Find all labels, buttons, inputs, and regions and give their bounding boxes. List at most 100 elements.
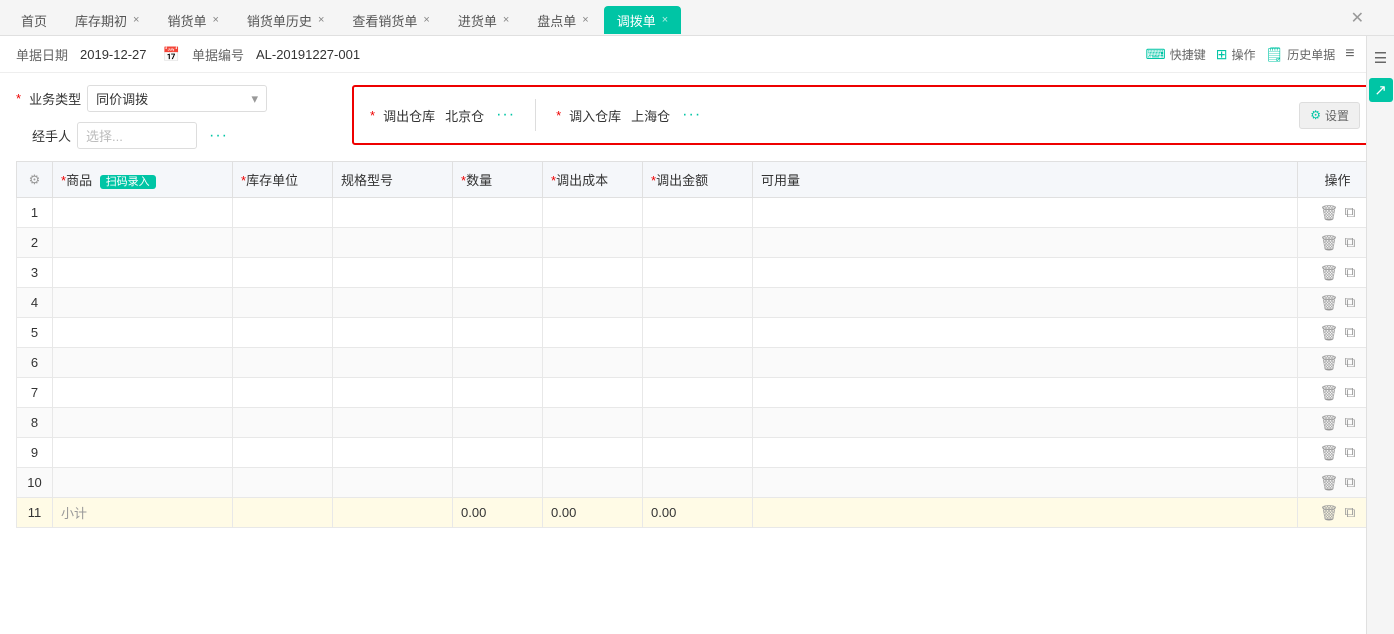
delete-icon[interactable]: 🗑 — [1320, 504, 1339, 522]
qty-cell[interactable] — [453, 378, 543, 408]
amount-cell[interactable] — [643, 378, 753, 408]
tab-transfer[interactable]: 调拨单 × — [604, 6, 681, 34]
spec-cell[interactable] — [333, 408, 453, 438]
goods-cell[interactable] — [53, 408, 233, 438]
qty-cell[interactable] — [453, 288, 543, 318]
copy-icon[interactable]: ⧉ — [1345, 264, 1356, 281]
copy-icon[interactable]: ⧉ — [1345, 354, 1356, 371]
amount-cell[interactable] — [643, 318, 753, 348]
spec-cell[interactable] — [333, 378, 453, 408]
spec-cell[interactable] — [333, 438, 453, 468]
copy-icon[interactable]: ⧉ — [1345, 504, 1356, 521]
delete-icon[interactable]: 🗑 — [1320, 264, 1339, 282]
unit-cell[interactable] — [233, 228, 333, 258]
person-more-btn[interactable]: ··· — [209, 127, 228, 145]
cost-cell[interactable] — [543, 198, 643, 228]
amount-cell[interactable] — [643, 228, 753, 258]
goods-cell[interactable] — [53, 258, 233, 288]
unit-cell[interactable] — [233, 378, 333, 408]
close-icon[interactable]: × — [503, 14, 509, 26]
goods-cell[interactable] — [53, 468, 233, 498]
unit-cell[interactable] — [233, 468, 333, 498]
delete-icon[interactable]: 🗑 — [1320, 294, 1339, 312]
unit-cell[interactable] — [233, 348, 333, 378]
spec-cell[interactable] — [333, 228, 453, 258]
qty-cell[interactable] — [453, 438, 543, 468]
goods-cell[interactable] — [53, 288, 233, 318]
amount-cell[interactable] — [643, 408, 753, 438]
scan-input-btn[interactable]: 扫码录入 — [100, 175, 156, 189]
goods-cell[interactable] — [53, 228, 233, 258]
cost-cell[interactable] — [543, 318, 643, 348]
in-warehouse-more-btn[interactable]: ··· — [682, 106, 701, 124]
out-warehouse-more-btn[interactable]: ··· — [496, 106, 515, 124]
cost-cell[interactable] — [543, 378, 643, 408]
operations-btn[interactable]: ⊞ 操作 — [1216, 46, 1256, 63]
tab-inventory-count[interactable]: 盘点单 × — [524, 6, 601, 34]
window-close-button[interactable]: ✕ — [1351, 8, 1364, 28]
close-icon[interactable]: × — [318, 14, 324, 26]
person-select[interactable]: 选择... — [77, 122, 197, 149]
copy-icon[interactable]: ⧉ — [1345, 444, 1356, 461]
tab-sales-history[interactable]: 销货单历史 × — [234, 6, 337, 34]
goods-cell[interactable] — [53, 198, 233, 228]
delete-icon[interactable]: 🗑 — [1320, 414, 1339, 432]
spec-cell[interactable] — [333, 198, 453, 228]
copy-icon[interactable]: ⧉ — [1345, 324, 1356, 341]
tab-home[interactable]: 首页 — [8, 6, 60, 34]
copy-icon[interactable]: ⧉ — [1345, 474, 1356, 491]
delete-icon[interactable]: 🗑 — [1320, 384, 1339, 402]
delete-icon[interactable]: 🗑 — [1320, 234, 1339, 252]
delete-icon[interactable]: 🗑 — [1320, 444, 1339, 462]
qty-cell[interactable] — [453, 318, 543, 348]
cost-cell[interactable] — [543, 228, 643, 258]
amount-cell[interactable] — [643, 258, 753, 288]
delete-icon[interactable]: 🗑 — [1320, 204, 1339, 222]
cost-cell[interactable] — [543, 348, 643, 378]
delete-icon[interactable]: 🗑 — [1320, 354, 1339, 372]
shortcuts-btn[interactable]: ⌨ 快捷键 — [1145, 46, 1205, 63]
settings-button[interactable]: ⚙ 设置 — [1299, 102, 1360, 129]
spec-cell[interactable] — [333, 258, 453, 288]
copy-icon[interactable]: ⧉ — [1345, 414, 1356, 431]
unit-cell[interactable] — [233, 258, 333, 288]
goods-cell[interactable] — [53, 348, 233, 378]
qty-cell[interactable] — [453, 258, 543, 288]
delete-icon[interactable]: 🗑 — [1320, 324, 1339, 342]
spec-cell[interactable] — [333, 468, 453, 498]
cost-cell[interactable] — [543, 288, 643, 318]
goods-cell[interactable] — [53, 318, 233, 348]
delete-icon[interactable]: 🗑 — [1320, 474, 1339, 492]
cost-cell[interactable] — [543, 468, 643, 498]
cost-cell[interactable] — [543, 408, 643, 438]
close-icon[interactable]: × — [133, 14, 139, 26]
qty-cell[interactable] — [453, 228, 543, 258]
close-icon[interactable]: × — [212, 14, 218, 26]
sidebar-list-icon[interactable]: ☰ — [1369, 46, 1393, 70]
qty-cell[interactable] — [453, 408, 543, 438]
qty-cell[interactable] — [453, 348, 543, 378]
goods-cell[interactable] — [53, 438, 233, 468]
qty-cell[interactable] — [453, 198, 543, 228]
qty-cell[interactable] — [453, 468, 543, 498]
tab-view-sales[interactable]: 查看销货单 × — [339, 6, 442, 34]
unit-cell[interactable] — [233, 438, 333, 468]
unit-cell[interactable] — [233, 408, 333, 438]
unit-cell[interactable] — [233, 288, 333, 318]
copy-icon[interactable]: ⧉ — [1345, 294, 1356, 311]
amount-cell[interactable] — [643, 288, 753, 318]
spec-cell[interactable] — [333, 318, 453, 348]
spec-cell[interactable] — [333, 348, 453, 378]
gear-icon[interactable]: ⚙ — [29, 172, 41, 187]
spec-cell[interactable] — [333, 288, 453, 318]
history-btn[interactable]: 🗒 历史单据 — [1265, 46, 1335, 63]
tab-inventory-init[interactable]: 库存期初 × — [62, 6, 152, 34]
amount-cell[interactable] — [643, 198, 753, 228]
amount-cell[interactable] — [643, 468, 753, 498]
copy-icon[interactable]: ⧉ — [1345, 204, 1356, 221]
cost-cell[interactable] — [543, 438, 643, 468]
unit-cell[interactable] — [233, 318, 333, 348]
sidebar-expand-icon[interactable]: ↗ — [1369, 78, 1393, 102]
close-icon[interactable]: × — [423, 14, 429, 26]
layout-list-btn[interactable]: ≡ — [1345, 45, 1354, 63]
